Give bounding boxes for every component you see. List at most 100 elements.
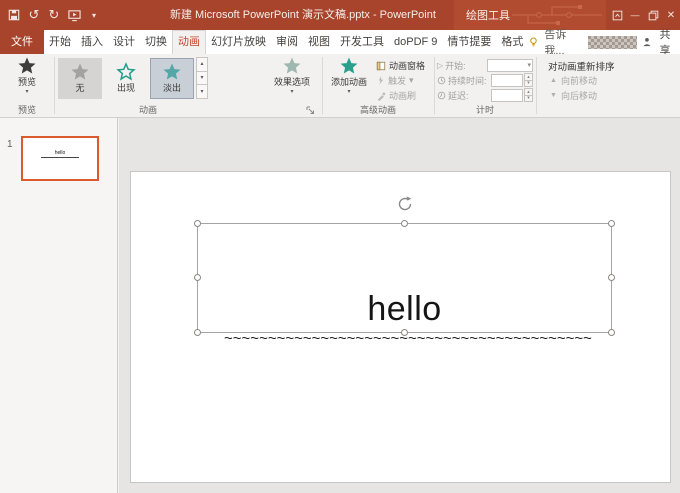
gallery-up-button[interactable]: ▴ [196,57,208,72]
drawing-tools-decoration [512,3,604,27]
contextual-tab-group-label: 绘图工具 [466,7,510,23]
delay-input[interactable] [491,89,523,102]
move-later-button[interactable]: ▼ 向后移动 [550,89,597,102]
move-later-label: 向后移动 [561,89,597,102]
delay-spinner: ▴ ▾ [524,89,533,102]
gallery-down-button[interactable]: ▾ [196,71,208,86]
slide-thumbnail[interactable]: hello [21,136,99,181]
animation-fade-option-selected[interactable]: 淡出 [150,58,194,99]
effect-options-star-icon [282,56,302,76]
trigger-button[interactable]: 触发 ▾ [376,74,414,87]
slideshow-icon [68,9,81,22]
contextual-tab-group: 绘图工具 [454,0,606,30]
advanced-group-label: 高级动画 [322,103,434,116]
group-advanced-animation: 添加动画 ▾ 动画窗格 触发 ▾ 动画刷 高级动画 [322,54,434,117]
group-animation: 无 出现 淡出 ▴ ▾ ▾ 效果选项 ▾ 动画 [54,54,322,117]
fade-star-icon [162,62,182,82]
down-icon: ▾ [527,95,530,101]
thumbnail-line [41,157,79,158]
save-icon [8,9,20,21]
chevron-down-icon: ▾ [527,61,531,71]
redo-button[interactable]: ↻ [44,0,64,30]
appear-star-icon [116,62,136,82]
save-button[interactable] [4,0,24,30]
rotation-handle-icon [397,196,413,212]
tab-animations[interactable]: 动画 [172,30,206,54]
group-timing: ▷ 开始: ▾ 持续时间: ▴ ▾ 延迟: [434,54,536,117]
tab-format[interactable]: 格式 [496,30,528,54]
tab-view[interactable]: 视图 [303,30,335,54]
selection-handle-top-middle[interactable] [401,220,408,227]
preview-button[interactable]: 预览 ▾ [2,56,52,96]
tab-design[interactable]: 设计 [108,30,140,54]
animation-pane-icon [376,61,386,71]
gallery-scrollbar: ▴ ▾ ▾ [196,58,208,99]
tab-insert[interactable]: 插入 [76,30,108,54]
delay-down-button[interactable]: ▾ [524,95,533,103]
animation-painter-button[interactable]: 动画刷 [376,89,416,102]
start-select[interactable]: ▾ [487,59,533,72]
duration-down-button[interactable]: ▾ [524,80,533,88]
preview-label: 预览 [18,77,36,88]
selection-handle-middle-left[interactable] [194,274,201,281]
tab-storyboarding[interactable]: 情节提要 [442,30,496,54]
qat-customize-button[interactable]: ▾ [84,0,104,30]
trigger-label: 触发 [388,74,406,87]
none-star-icon [70,62,90,82]
selection-handle-bottom-left[interactable] [194,329,201,336]
group-reorder-animation: 对动画重新排序 ▲ 向前移动 ▼ 向后移动 [536,54,680,117]
rotation-handle[interactable] [397,196,413,212]
animation-pane-button[interactable]: 动画窗格 [376,59,425,72]
timing-group-label: 计时 [434,103,536,116]
duration-row: 持续时间: ▴ ▾ [437,74,533,87]
text-box[interactable]: hello [197,223,612,333]
animation-none-option[interactable]: 无 [58,58,102,99]
tab-review[interactable]: 审阅 [271,30,303,54]
tab-home[interactable]: 开始 [44,30,76,54]
trigger-lightning-icon [376,75,385,86]
move-earlier-label: 向前移动 [561,74,597,87]
redo-icon: ↻ [49,7,60,23]
tab-transitions[interactable]: 切换 [140,30,172,54]
more-icon: ▾ [200,89,203,95]
effect-options-button[interactable]: 效果选项 ▾ [264,56,320,96]
move-later-icon: ▼ [550,92,557,99]
animation-group-label: 动画 [54,103,242,116]
tab-developer[interactable]: 开发工具 [335,30,389,54]
preview-star-icon [17,56,37,76]
selection-handle-top-left[interactable] [194,220,201,227]
move-earlier-icon: ▲ [550,77,557,84]
duration-input[interactable] [491,74,523,87]
slide-number: 1 [7,139,13,150]
animation-option-label: 淡出 [163,83,181,93]
gallery-more-button[interactable]: ▾ [196,84,208,99]
ribbon-display-options-button[interactable] [608,0,626,30]
ribbon-display-icon [612,10,623,21]
main-area: 1 hello he [0,118,680,493]
animation-pane-label: 动画窗格 [389,59,425,72]
move-earlier-button[interactable]: ▲ 向前移动 [550,74,597,87]
tab-file[interactable]: 文件 [0,30,44,54]
thumbnail-text: hello [23,150,97,156]
chevron-down-icon: ▾ [290,89,293,96]
lightbulb-icon [528,36,539,48]
squiggle-line[interactable]: ~~~~~~~~~~~~~~~~~~~~~~~~~~~~~~~~~~~~~~~~… [219,333,597,345]
add-animation-button[interactable]: 添加动画 ▾ [324,56,374,96]
selection-handle-middle-right[interactable] [608,274,615,281]
slide-canvas: hello ~~~~~~~~~~~~~~~~~~~~~~~~~~~~~~~~~~… [119,118,680,493]
reorder-header: 对动画重新排序 [548,59,615,73]
duration-clock-icon [437,76,446,85]
animation-painter-brush-icon [376,91,386,101]
quick-access-toolbar: ↺ ↻ ▾ [4,0,104,30]
tab-slide-show[interactable]: 幻灯片放映 [206,30,271,54]
tab-dopdf9[interactable]: doPDF 9 [389,30,442,54]
animation-appear-option[interactable]: 出现 [104,58,148,99]
undo-button[interactable]: ↺ [24,0,44,30]
selection-handle-bottom-right[interactable] [608,329,615,336]
delay-row: 延迟: ▴ ▾ [437,89,533,102]
animation-dialog-launcher[interactable] [305,103,316,114]
selection-handle-top-right[interactable] [608,220,615,227]
down-icon: ▾ [527,80,530,86]
start-slideshow-button[interactable] [64,0,84,30]
slide[interactable]: hello ~~~~~~~~~~~~~~~~~~~~~~~~~~~~~~~~~~… [130,171,671,483]
